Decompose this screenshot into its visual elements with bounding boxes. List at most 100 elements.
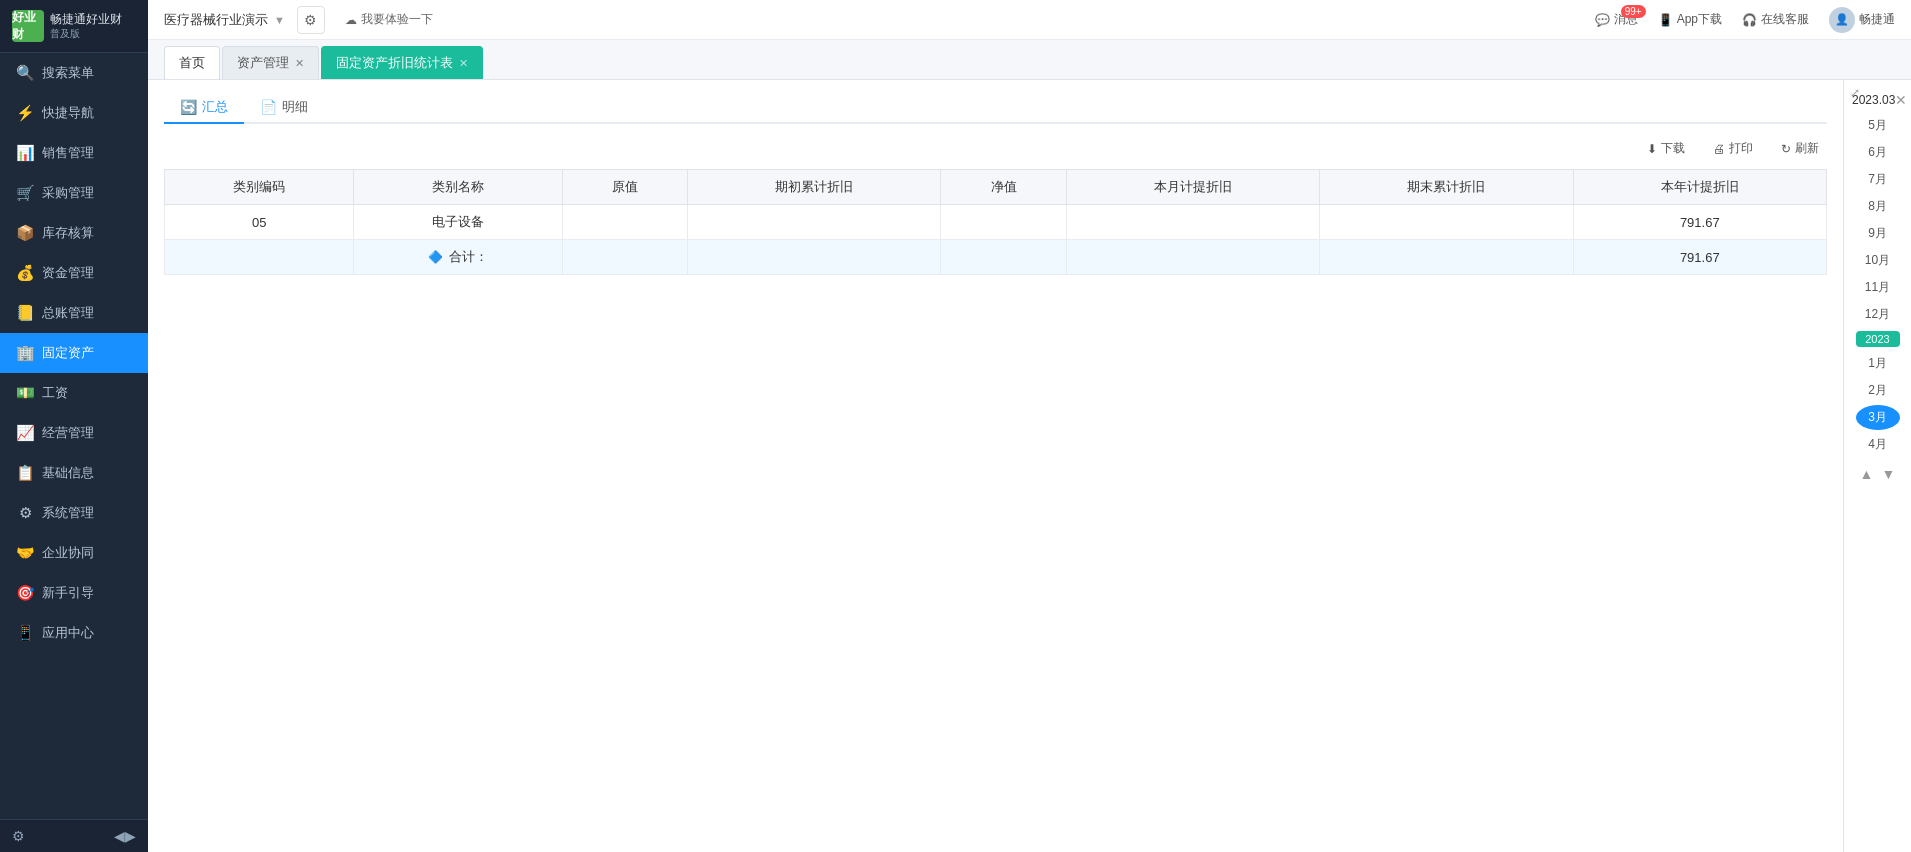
sidebar-item-fixed-assets[interactable]: 🏢 固定资产 [0,333,148,373]
tab-asset-manage[interactable]: 资产管理 ✕ [222,46,319,79]
date-month-11[interactable]: 11月 [1856,275,1900,300]
sidebar-item-label: 总账管理 [42,304,94,322]
total-code-cell [165,240,354,275]
total-monthly [1066,240,1319,275]
customer-service-button[interactable]: 🎧 在线客服 [1742,11,1809,28]
print-button[interactable]: 🖨 打印 [1705,136,1761,161]
print-icon: 🖨 [1713,142,1725,156]
sub-tab-detail-label: 明细 [282,98,308,116]
sub-tabs: 🔄 汇总 📄 明细 [164,92,1827,124]
date-month-3[interactable]: 3月 [1856,405,1900,430]
sidebar-item-quick-nav[interactable]: ⚡ 快捷导航 [0,93,148,133]
date-month-10[interactable]: 10月 [1856,248,1900,273]
date-month-2[interactable]: 2月 [1856,378,1900,403]
cell-accumulated [688,205,941,240]
col-header-annual: 本年计提折旧 [1573,170,1826,205]
summary-icon: 🔄 [180,99,197,115]
panel-down-nav[interactable]: ▼ [1879,464,1899,484]
print-label: 打印 [1729,140,1753,157]
sub-tab-summary[interactable]: 🔄 汇总 [164,92,244,124]
company-dropdown-icon: ▼ [274,14,285,26]
tab-home[interactable]: 首页 [164,46,220,79]
total-original [562,240,687,275]
total-end-accumulated [1320,240,1573,275]
settings-icon: ⚙ [304,12,317,28]
user-profile[interactable]: 👤 畅捷通 [1829,7,1895,33]
tab-fixed-asset-label: 固定资产折旧统计表 [336,54,453,72]
sidebar: 好业财 畅捷通好业财 普及版 🔍 搜索菜单 ⚡ 快捷导航 📊 销售管理 🛒 采购… [0,0,148,852]
sidebar-item-label: 库存核算 [42,224,94,242]
date-panel: ⤢ 2023.03 ✕ 5月 6月 7月 8月 9月 10月 11月 12月 2… [1843,80,1911,852]
sidebar-item-label: 企业协同 [42,544,94,562]
company-selector[interactable]: 医疗器械行业演示 ▼ [164,11,285,29]
date-month-6[interactable]: 6月 [1856,140,1900,165]
cell-code: 05 [165,205,354,240]
date-month-4[interactable]: 4月 [1856,432,1900,457]
settings-bottom-icon[interactable]: ⚙ [12,828,25,844]
date-month-7[interactable]: 7月 [1856,167,1900,192]
date-year-2023[interactable]: 2023 [1856,331,1900,347]
sidebar-item-system[interactable]: ⚙ 系统管理 [0,493,148,533]
sales-icon: 📊 [16,144,34,162]
refresh-button[interactable]: ↻ 刷新 [1773,136,1827,161]
sidebar-nav: 🔍 搜索菜单 ⚡ 快捷导航 📊 销售管理 🛒 采购管理 📦 库存核算 💰 资金管… [0,53,148,819]
sidebar-item-salary[interactable]: 💵 工资 [0,373,148,413]
download-button[interactable]: ⬇ 下载 [1639,136,1693,161]
user-name: 畅捷通 [1859,11,1895,28]
search-icon: 🔍 [16,64,34,82]
sidebar-item-search[interactable]: 🔍 搜索菜单 [0,53,148,93]
sub-tab-detail[interactable]: 📄 明细 [244,92,324,124]
tabs-bar: 首页 资产管理 ✕ 固定资产折旧统计表 ✕ [148,40,1911,80]
sidebar-item-label: 应用中心 [42,624,94,642]
date-month-9[interactable]: 9月 [1856,221,1900,246]
sidebar-item-label: 采购管理 [42,184,94,202]
sidebar-item-label: 系统管理 [42,504,94,522]
tab-fixed-asset-depreciation[interactable]: 固定资产折旧统计表 ✕ [321,46,483,79]
col-header-monthly: 本月计提折旧 [1066,170,1319,205]
sidebar-item-guide[interactable]: 🎯 新手引导 [0,573,148,613]
tab-fixed-asset-close[interactable]: ✕ [459,57,468,70]
app-download-button[interactable]: 📱 App下载 [1658,11,1722,28]
total-icon: 🔷 [428,250,443,264]
col-header-net-value: 净值 [941,170,1066,205]
customer-service-icon: 🎧 [1742,13,1757,27]
tab-asset-manage-close[interactable]: ✕ [295,57,304,70]
panel-close-button[interactable]: ✕ [1895,92,1907,108]
topbar-settings-button[interactable]: ⚙ [297,6,325,34]
sidebar-item-label: 工资 [42,384,68,402]
topbar-right: 💬 消息 99+ 📱 App下载 🎧 在线客服 👤 畅捷通 [1595,7,1895,33]
panel-expand-icon[interactable]: ⤢ [1850,86,1860,100]
sidebar-item-enterprise[interactable]: 🤝 企业协同 [0,533,148,573]
date-month-1[interactable]: 1月 [1856,351,1900,376]
sidebar-item-inventory[interactable]: 📦 库存核算 [0,213,148,253]
col-header-end-accumulated: 期末累计折旧 [1320,170,1573,205]
purchase-icon: 🛒 [16,184,34,202]
sidebar-item-finance[interactable]: 💰 资金管理 [0,253,148,293]
basic-info-icon: 📋 [16,464,34,482]
date-month-5[interactable]: 5月 [1856,113,1900,138]
sidebar-item-purchase[interactable]: 🛒 采购管理 [0,173,148,213]
finance-icon: 💰 [16,264,34,282]
col-header-accumulated: 期初累计折旧 [688,170,941,205]
topbar: 医疗器械行业演示 ▼ ⚙ ☁ 我要体验一下 💬 消息 99+ 📱 App下载 🎧… [148,0,1911,40]
salary-icon: 💵 [16,384,34,402]
date-month-12[interactable]: 12月 [1856,302,1900,327]
refresh-icon: ↻ [1781,142,1791,156]
depreciation-table: 类别编码 类别名称 原值 期初累计折旧 净值 本月计提折旧 期末累计折旧 本年计… [164,169,1827,275]
sidebar-item-operations[interactable]: 📈 经营管理 [0,413,148,453]
message-button[interactable]: 💬 消息 99+ [1595,11,1638,28]
app-download-icon: 📱 [1658,13,1673,27]
panel-up-nav[interactable]: ▲ [1857,464,1877,484]
sidebar-item-sales[interactable]: 📊 销售管理 [0,133,148,173]
sidebar-item-general-ledger[interactable]: 📒 总账管理 [0,293,148,333]
sidebar-item-basic-info[interactable]: 📋 基础信息 [0,453,148,493]
sidebar-item-app-center[interactable]: 📱 应用中心 [0,613,148,653]
experience-button[interactable]: ☁ 我要体验一下 [345,11,433,28]
cell-original [562,205,687,240]
sub-tab-summary-label: 汇总 [202,98,228,116]
table-total-row: 🔷 合计： 791.67 [165,240,1827,275]
collapse-icon[interactable]: ◀▶ [114,828,136,844]
logo-icon: 好业财 [12,10,44,42]
content-area: 🔄 汇总 📄 明细 ⬇ 下载 🖨 打印 ↻ [148,80,1911,852]
date-month-8[interactable]: 8月 [1856,194,1900,219]
